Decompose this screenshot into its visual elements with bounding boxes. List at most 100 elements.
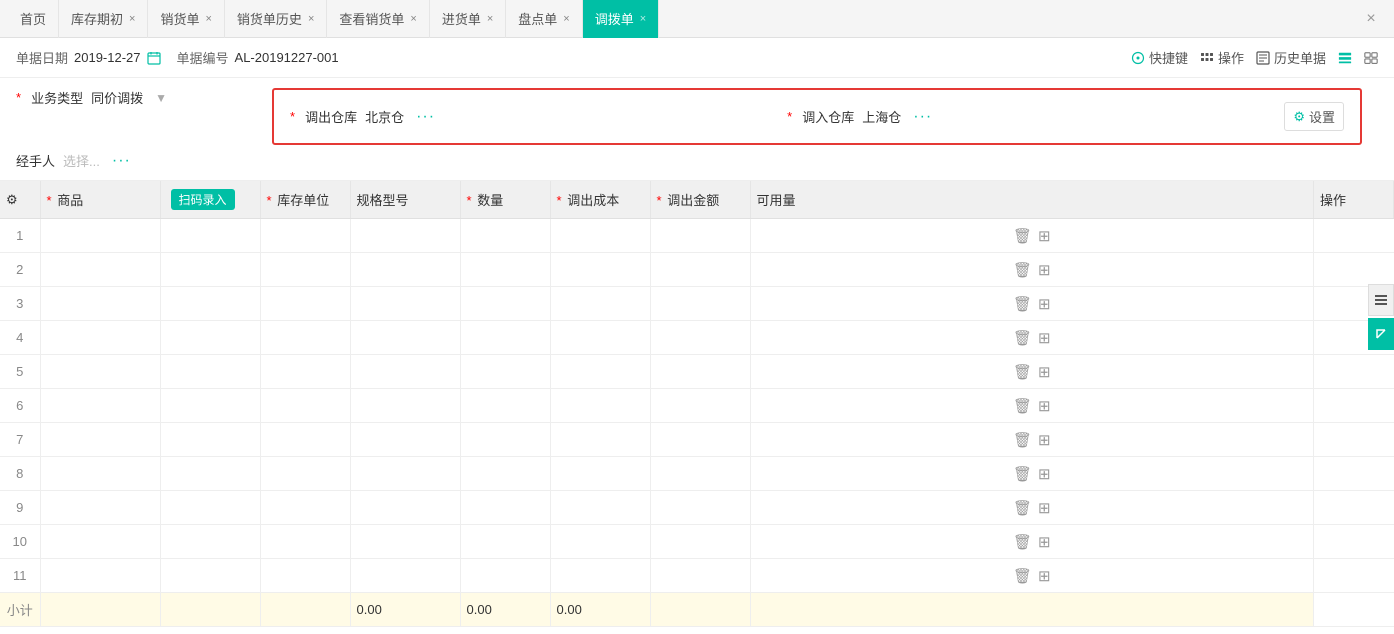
spec-cell-11[interactable]	[260, 559, 350, 593]
tab-sales-order[interactable]: 销货单 ×	[148, 0, 224, 38]
delete-icon-6[interactable]: 🗑	[1013, 397, 1032, 415]
unit-cell-9[interactable]	[160, 491, 260, 525]
available-cell-6[interactable]	[650, 389, 750, 423]
unit-cell-3[interactable]	[160, 287, 260, 321]
scan-entry-btn[interactable]: 扫码录入	[171, 189, 235, 210]
quantity-cell-7[interactable]	[350, 423, 460, 457]
product-cell-3[interactable]	[40, 287, 160, 321]
product-cell-10[interactable]	[40, 525, 160, 559]
cost-cell-6[interactable]	[460, 389, 550, 423]
delete-icon-4[interactable]: 🗑	[1013, 329, 1032, 347]
available-cell-1[interactable]	[650, 219, 750, 253]
cost-cell-8[interactable]	[460, 457, 550, 491]
cost-cell-4[interactable]	[460, 321, 550, 355]
amount-cell-11[interactable]	[550, 559, 650, 593]
spec-cell-1[interactable]	[260, 219, 350, 253]
spec-cell-9[interactable]	[260, 491, 350, 525]
cost-cell-7[interactable]	[460, 423, 550, 457]
delete-icon-7[interactable]: 🗑	[1013, 431, 1032, 449]
available-cell-10[interactable]	[650, 525, 750, 559]
quantity-cell-3[interactable]	[350, 287, 460, 321]
amount-cell-10[interactable]	[550, 525, 650, 559]
delete-icon-11[interactable]: 🗑	[1013, 567, 1032, 585]
quantity-cell-5[interactable]	[350, 355, 460, 389]
layout-grid-btn[interactable]	[1364, 51, 1378, 65]
amount-cell-2[interactable]	[550, 253, 650, 287]
cost-cell-9[interactable]	[460, 491, 550, 525]
person-more-btn[interactable]: ···	[112, 152, 131, 170]
delete-icon-1[interactable]: 🗑	[1013, 227, 1032, 245]
quantity-cell-8[interactable]	[350, 457, 460, 491]
available-cell-7[interactable]	[650, 423, 750, 457]
product-cell-5[interactable]	[40, 355, 160, 389]
copy-icon-6[interactable]: ⊞	[1038, 397, 1051, 415]
tab-view-sales[interactable]: 查看销货单 ×	[327, 0, 429, 38]
unit-cell-11[interactable]	[160, 559, 260, 593]
unit-cell-8[interactable]	[160, 457, 260, 491]
tab-close-inventory-init[interactable]: ×	[129, 13, 135, 25]
tab-bar-close-btn[interactable]: ×	[1356, 4, 1386, 34]
shortcut-btn[interactable]: 快捷键	[1131, 48, 1188, 67]
product-cell-7[interactable]	[40, 423, 160, 457]
cost-cell-5[interactable]	[460, 355, 550, 389]
product-cell-6[interactable]	[40, 389, 160, 423]
layout-list-btn[interactable]	[1338, 51, 1352, 65]
unit-cell-7[interactable]	[160, 423, 260, 457]
quantity-cell-1[interactable]	[350, 219, 460, 253]
product-cell-8[interactable]	[40, 457, 160, 491]
copy-icon-9[interactable]: ⊞	[1038, 499, 1051, 517]
transfer-out-more-btn[interactable]: ···	[416, 108, 435, 126]
copy-icon-11[interactable]: ⊞	[1038, 567, 1051, 585]
cost-cell-1[interactable]	[460, 219, 550, 253]
available-cell-3[interactable]	[650, 287, 750, 321]
available-cell-8[interactable]	[650, 457, 750, 491]
tab-close-view-sales[interactable]: ×	[410, 13, 416, 25]
amount-cell-7[interactable]	[550, 423, 650, 457]
float-expand-btn[interactable]	[1368, 318, 1394, 350]
delete-icon-5[interactable]: 🗑	[1013, 363, 1032, 381]
amount-cell-5[interactable]	[550, 355, 650, 389]
unit-cell-4[interactable]	[160, 321, 260, 355]
tab-close-sales-history[interactable]: ×	[308, 13, 314, 25]
tab-transfer[interactable]: 调拨单 ×	[583, 0, 659, 38]
quantity-cell-6[interactable]	[350, 389, 460, 423]
cost-cell-2[interactable]	[460, 253, 550, 287]
spec-cell-10[interactable]	[260, 525, 350, 559]
available-cell-11[interactable]	[650, 559, 750, 593]
transfer-in-more-btn[interactable]: ···	[913, 108, 932, 126]
unit-cell-2[interactable]	[160, 253, 260, 287]
tab-inventory-init[interactable]: 库存期初 ×	[59, 0, 148, 38]
product-cell-4[interactable]	[40, 321, 160, 355]
delete-icon-8[interactable]: 🗑	[1013, 465, 1032, 483]
product-cell-9[interactable]	[40, 491, 160, 525]
float-list-btn[interactable]	[1368, 284, 1394, 316]
tab-purchase[interactable]: 进货单 ×	[430, 0, 506, 38]
quantity-cell-11[interactable]	[350, 559, 460, 593]
spec-cell-7[interactable]	[260, 423, 350, 457]
amount-cell-9[interactable]	[550, 491, 650, 525]
tab-close-sales-order[interactable]: ×	[205, 13, 211, 25]
cost-cell-3[interactable]	[460, 287, 550, 321]
spec-cell-2[interactable]	[260, 253, 350, 287]
unit-cell-5[interactable]	[160, 355, 260, 389]
spec-cell-3[interactable]	[260, 287, 350, 321]
business-type-dropdown[interactable]: ▼	[155, 91, 167, 105]
available-cell-5[interactable]	[650, 355, 750, 389]
quantity-cell-9[interactable]	[350, 491, 460, 525]
quantity-cell-4[interactable]	[350, 321, 460, 355]
tab-close-transfer[interactable]: ×	[640, 13, 646, 25]
date-picker-icon[interactable]	[147, 51, 161, 65]
tab-close-stocktake[interactable]: ×	[563, 13, 569, 25]
spec-cell-8[interactable]	[260, 457, 350, 491]
product-cell-1[interactable]	[40, 219, 160, 253]
available-cell-9[interactable]	[650, 491, 750, 525]
copy-icon-10[interactable]: ⊞	[1038, 533, 1051, 551]
copy-icon-1[interactable]: ⊞	[1038, 227, 1051, 245]
amount-cell-4[interactable]	[550, 321, 650, 355]
spec-cell-6[interactable]	[260, 389, 350, 423]
copy-icon-3[interactable]: ⊞	[1038, 295, 1051, 313]
copy-icon-7[interactable]: ⊞	[1038, 431, 1051, 449]
amount-cell-6[interactable]	[550, 389, 650, 423]
copy-icon-5[interactable]: ⊞	[1038, 363, 1051, 381]
history-btn[interactable]: 历史单据	[1256, 48, 1326, 67]
